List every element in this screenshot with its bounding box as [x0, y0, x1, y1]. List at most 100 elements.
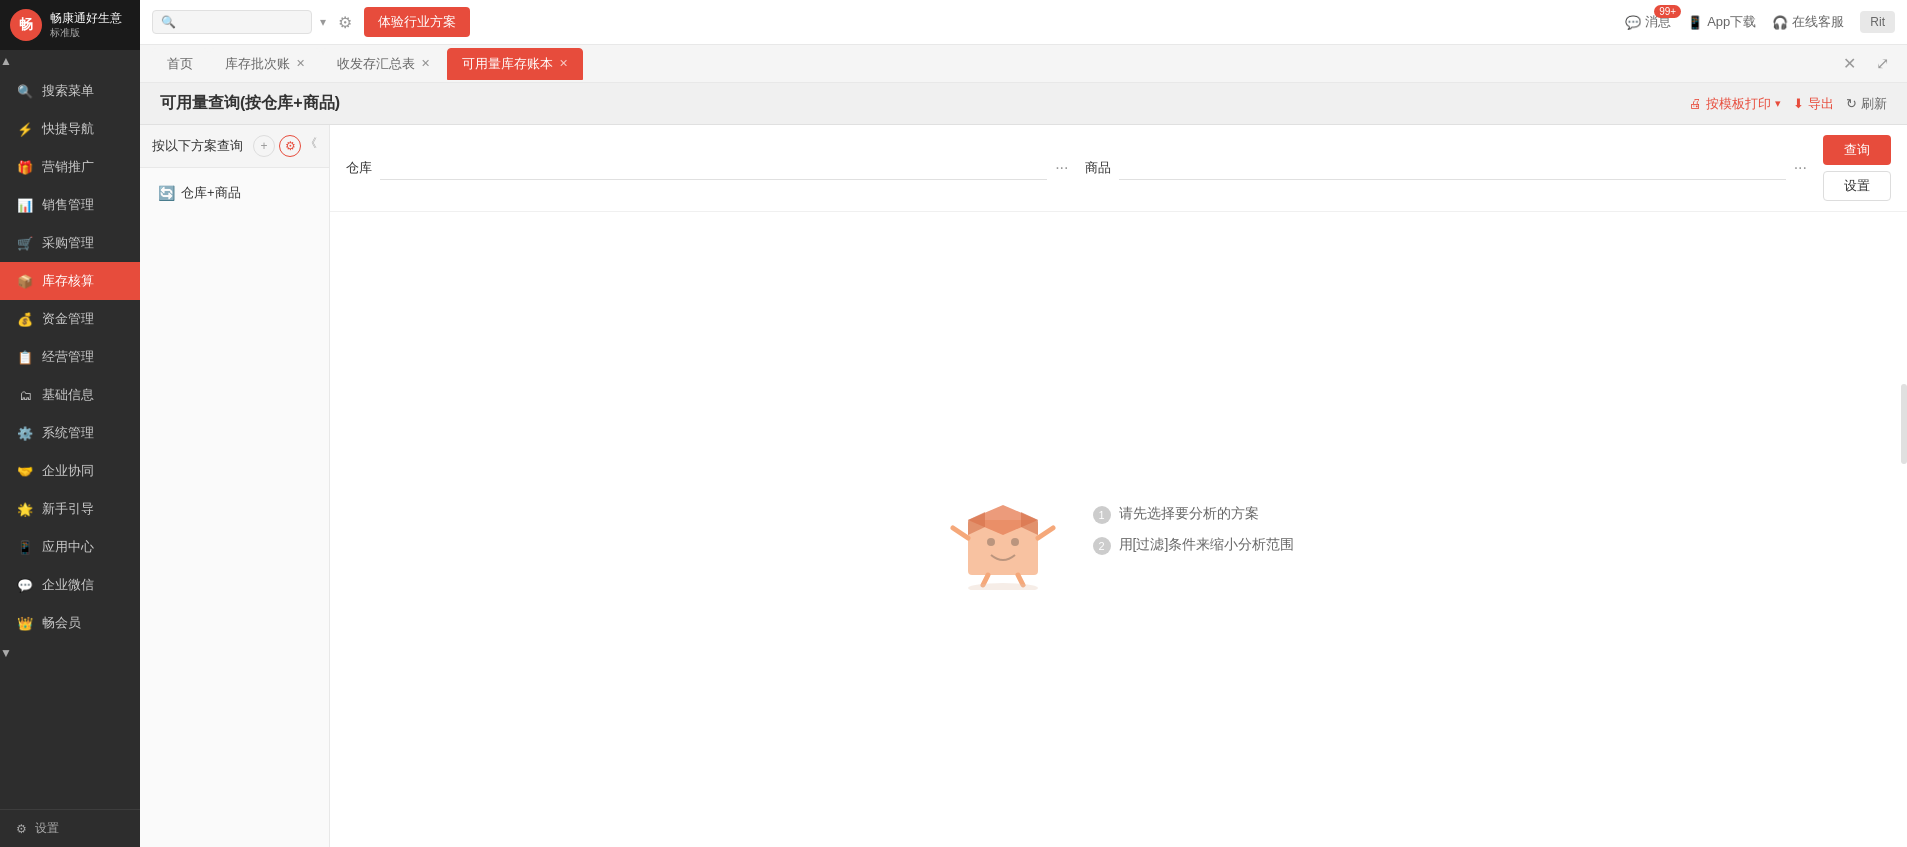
sidebar-item-label: 企业微信 — [42, 576, 94, 594]
sidebar-scroll-up[interactable]: ▲ — [0, 50, 12, 72]
tab-available-stock-close[interactable]: ✕ — [559, 57, 568, 70]
gift-icon: 🎁 — [16, 158, 34, 176]
goods-input[interactable] — [1119, 156, 1786, 180]
add-schema-btn[interactable]: + — [253, 135, 275, 157]
tab-inventory-batch-close[interactable]: ✕ — [296, 57, 305, 70]
print-chevron-icon: ▾ — [1775, 97, 1781, 110]
sidebar-item-marketing[interactable]: 🎁 营销推广 — [0, 148, 140, 186]
money-icon: 💰 — [16, 310, 34, 328]
schema-settings-btn[interactable]: ⚙ — [279, 135, 301, 157]
filter-actions: 查询 设置 — [1823, 135, 1891, 201]
rotate-icon: 🔄 — [158, 185, 175, 201]
topbar-gear-icon[interactable]: ⚙ — [334, 9, 356, 36]
sidebar-item-wechat[interactable]: 💬 企业微信 — [0, 566, 140, 604]
sidebar-item-label: 资金管理 — [42, 310, 94, 328]
svg-line-7 — [1038, 528, 1053, 538]
user-name: Rit — [1870, 15, 1885, 29]
online-service-label: 在线客服 — [1792, 13, 1844, 31]
collapse-icon[interactable]: 《 — [305, 135, 317, 157]
sidebar-item-member[interactable]: 👑 畅会员 — [0, 604, 140, 642]
message-icon: 💬 — [1625, 15, 1641, 30]
sidebar-item-label: 畅会员 — [42, 614, 81, 632]
empty-step-1: 1 请先选择要分析的方案 — [1093, 505, 1295, 524]
trial-btn[interactable]: 体验行业方案 — [364, 7, 470, 37]
mobile-icon: 📱 — [16, 538, 34, 556]
sidebar-scroll: ▲ 🔍 搜索菜单 ⚡ 快捷导航 🎁 营销推广 📊 销售管理 🛒 采购管理 📦 库… — [0, 50, 140, 809]
schema-item-label: 仓库+商品 — [181, 184, 241, 202]
tab-receive-stock[interactable]: 收发存汇总表 ✕ — [322, 48, 445, 80]
sidebar: 畅 畅康通好生意 标准版 ▲ 🔍 搜索菜单 ⚡ 快捷导航 🎁 营销推广 📊 销售… — [0, 0, 140, 847]
refresh-action[interactable]: ↻ 刷新 — [1846, 95, 1887, 113]
sidebar-item-label: 销售管理 — [42, 196, 94, 214]
sidebar-item-shortcut[interactable]: ⚡ 快捷导航 — [0, 110, 140, 148]
tab-available-stock-label: 可用量库存账本 — [462, 55, 553, 73]
sidebar-item-inventory[interactable]: 📦 库存核算 — [0, 262, 140, 300]
sidebar-item-system[interactable]: ⚙️ 系统管理 — [0, 414, 140, 452]
tab-receive-stock-close[interactable]: ✕ — [421, 57, 430, 70]
sidebar-item-label: 基础信息 — [42, 386, 94, 404]
tab-available-stock[interactable]: 可用量库存账本 ✕ — [447, 48, 583, 80]
page-actions: 🖨 按模板打印 ▾ ⬇ 导出 ↻ 刷新 — [1689, 95, 1887, 113]
message-badge: 99+ — [1654, 5, 1681, 18]
page-header: 可用量查询(按仓库+商品) 🖨 按模板打印 ▾ ⬇ 导出 ↻ 刷新 — [140, 83, 1907, 125]
sidebar-item-fund[interactable]: 💰 资金管理 — [0, 300, 140, 338]
sidebar-item-operations[interactable]: 📋 经营管理 — [0, 338, 140, 376]
mobile-download-icon: 📱 — [1687, 15, 1703, 30]
warehouse-label: 仓库 — [346, 159, 372, 177]
close-tab-btn[interactable]: ✕ — [1837, 52, 1862, 75]
print-action[interactable]: 🖨 按模板打印 ▾ — [1689, 95, 1781, 113]
refresh-icon: ↻ — [1846, 96, 1857, 111]
expand-tab-btn[interactable]: ⤢ — [1870, 52, 1895, 75]
goods-label: 商品 — [1085, 159, 1111, 177]
sidebar-item-guide[interactable]: 🌟 新手引导 — [0, 490, 140, 528]
schema-item-warehouse-goods[interactable]: 🔄 仓库+商品 — [150, 178, 319, 208]
sidebar-item-label: 快捷导航 — [42, 120, 94, 138]
sidebar-header: 畅 畅康通好生意 标准版 — [0, 0, 140, 50]
empty-step-1-text: 请先选择要分析的方案 — [1119, 505, 1259, 523]
sidebar-scroll-down[interactable]: ▼ — [0, 642, 12, 664]
content-area: 按以下方案查询 + ⚙ 《 🔄 仓库+商品 仓库 — [140, 125, 1907, 847]
step-2-circle: 2 — [1093, 537, 1111, 555]
sidebar-item-label: 系统管理 — [42, 424, 94, 442]
sidebar-item-appcenter[interactable]: 📱 应用中心 — [0, 528, 140, 566]
sidebar-footer-label: 设置 — [35, 820, 59, 837]
svg-point-5 — [1011, 538, 1019, 546]
user-info[interactable]: Rit — [1860, 11, 1895, 33]
page-title: 可用量查询(按仓库+商品) — [160, 93, 340, 114]
filter-settings-btn[interactable]: 设置 — [1823, 171, 1891, 201]
left-panel: 按以下方案查询 + ⚙ 《 🔄 仓库+商品 — [140, 125, 330, 847]
warehouse-more-icon[interactable]: ··· — [1055, 159, 1068, 177]
svg-line-8 — [983, 575, 988, 585]
sidebar-item-label: 经营管理 — [42, 348, 94, 366]
export-action[interactable]: ⬇ 导出 — [1793, 95, 1834, 113]
left-panel-actions: + ⚙ 《 — [253, 135, 317, 157]
empty-step-2-text: 用[过滤]条件来缩小分析范围 — [1119, 536, 1295, 554]
print-icon: 🖨 — [1689, 96, 1702, 111]
tab-home[interactable]: 首页 — [152, 48, 208, 80]
online-service-item[interactable]: 🎧 在线客服 — [1772, 13, 1844, 31]
sidebar-item-purchase[interactable]: 🛒 采购管理 — [0, 224, 140, 262]
message-item[interactable]: 💬 消息 99+ — [1625, 13, 1671, 31]
gear-icon: ⚙️ — [16, 424, 34, 442]
warehouse-input[interactable] — [380, 156, 1047, 180]
search-icon: 🔍 — [16, 82, 34, 100]
tab-inventory-batch[interactable]: 库存批次账 ✕ — [210, 48, 320, 80]
app-download-item[interactable]: 📱 App下载 — [1687, 13, 1756, 31]
goods-more-icon[interactable]: ··· — [1794, 159, 1807, 177]
query-btn[interactable]: 查询 — [1823, 135, 1891, 165]
topbar-search-box[interactable]: 🔍 — [152, 10, 312, 34]
sidebar-item-enterprise[interactable]: 🤝 企业协同 — [0, 452, 140, 490]
search-input[interactable] — [180, 15, 300, 29]
sidebar-item-label: 应用中心 — [42, 538, 94, 556]
sidebar-footer: ⚙ 设置 — [0, 809, 140, 847]
chat-icon: 💬 — [16, 576, 34, 594]
sidebar-item-search[interactable]: 🔍 搜索菜单 — [0, 72, 140, 110]
tabs-actions: ✕ ⤢ — [1837, 52, 1895, 75]
chevron-down-icon[interactable]: ▾ — [320, 15, 326, 29]
sidebar-item-basic[interactable]: 🗂 基础信息 — [0, 376, 140, 414]
filter-row: 仓库 ··· 商品 ··· 查询 设置 — [330, 125, 1907, 212]
empty-text: 1 请先选择要分析的方案 2 用[过滤]条件来缩小分析范围 — [1093, 505, 1295, 555]
sidebar-item-sales[interactable]: 📊 销售管理 — [0, 186, 140, 224]
sidebar-item-label: 企业协同 — [42, 462, 94, 480]
tab-inventory-batch-label: 库存批次账 — [225, 55, 290, 73]
